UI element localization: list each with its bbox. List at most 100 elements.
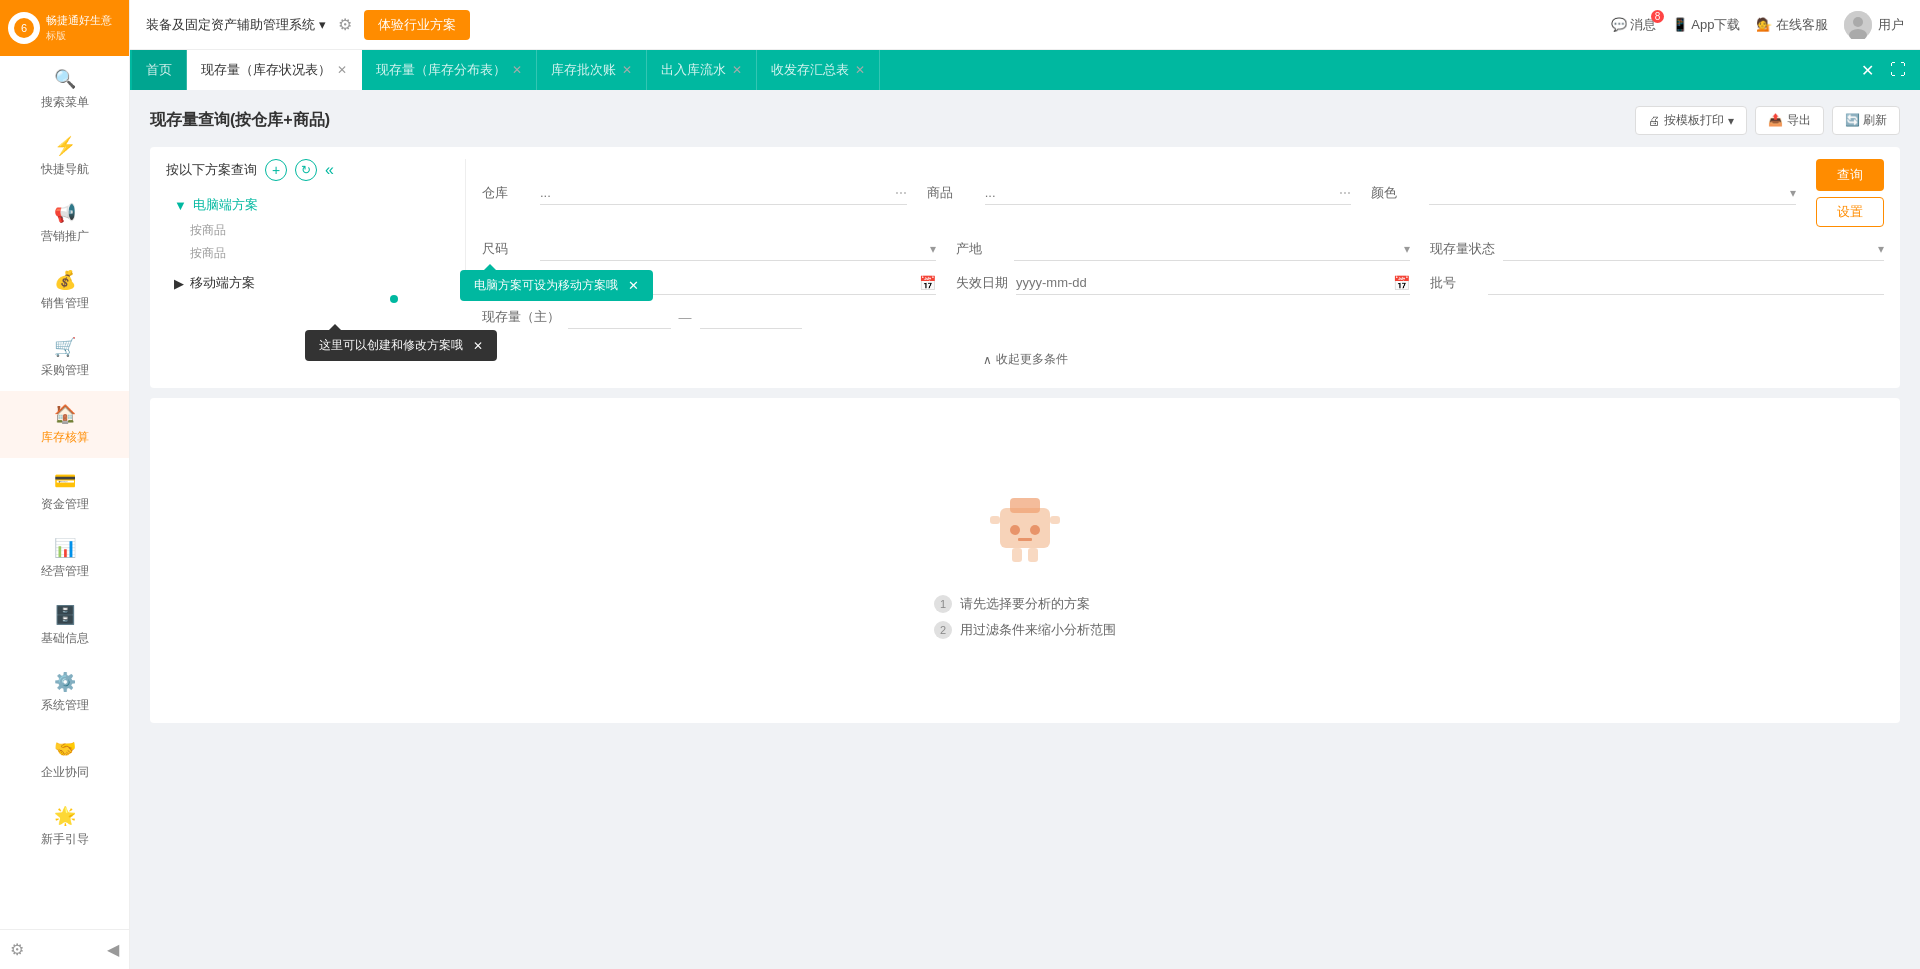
create-scheme-tooltip: 这里可以创建和修改方案哦 ✕ <box>305 330 497 361</box>
stock-main-max-input[interactable] <box>700 305 803 329</box>
scheme-sub-item-2[interactable]: 按商品 <box>190 242 445 265</box>
svg-rect-12 <box>1012 548 1022 562</box>
refresh-icon: 🔄 <box>1845 113 1860 127</box>
scheme-list: ▼ 电脑端方案 按商品 按商品 ▶ <box>166 191 453 297</box>
tab-inventory-dist-close[interactable]: ✕ <box>512 63 522 77</box>
tab-collection-summary-close[interactable]: ✕ <box>855 63 865 77</box>
user-area[interactable]: 用户 <box>1844 11 1904 39</box>
sidebar-item-quicknav[interactable]: ⚡ 快捷导航 <box>0 123 129 190</box>
stock-main-min-input[interactable] <box>568 305 671 329</box>
filter-settings-button[interactable]: 设置 <box>1816 197 1884 227</box>
search-button[interactable]: 查询 <box>1816 159 1884 191</box>
batch-no-input[interactable] <box>1488 271 1884 295</box>
quicknav-icon: ⚡ <box>54 135 76 157</box>
tab-inventory-status-label: 现存量（库存状况表） <box>201 61 331 79</box>
prod-date-calendar-icon[interactable]: 📅 <box>919 275 936 291</box>
refresh-button[interactable]: 🔄 刷新 <box>1832 106 1900 135</box>
print-label: 按模板打印 <box>1664 112 1724 129</box>
add-scheme-button[interactable]: + <box>265 159 287 181</box>
tab-bar-actions: ✕ ⛶ <box>1855 57 1920 84</box>
collapse-sidebar-icon[interactable]: ◀ <box>107 940 119 959</box>
expiry-date-calendar-icon[interactable]: 📅 <box>1393 275 1410 291</box>
system-settings-icon[interactable]: ⚙ <box>338 15 352 34</box>
tab-collection-summary[interactable]: 收发存汇总表 ✕ <box>757 50 880 90</box>
sidebar-item-sales[interactable]: 💰 销售管理 <box>0 257 129 324</box>
scheme-sub-item-2-text: 按商品 <box>190 245 226 262</box>
message-button[interactable]: 💬 8 消息 <box>1611 16 1657 34</box>
sidebar-item-enterprise[interactable]: 🤝 企业协同 <box>0 726 129 793</box>
sidebar-item-guide[interactable]: 🌟 新手引导 <box>0 793 129 860</box>
sales-icon: 💰 <box>54 269 76 291</box>
sidebar-item-marketing-label: 营销推广 <box>41 228 89 245</box>
size-input[interactable] <box>540 237 930 260</box>
sidebar-item-system[interactable]: ⚙️ 系统管理 <box>0 659 129 726</box>
back-scheme-button[interactable]: « <box>325 161 334 179</box>
support-icon: 💁 <box>1756 17 1772 32</box>
size-dropdown-arrow[interactable]: ▾ <box>930 242 936 256</box>
online-support-button[interactable]: 💁 在线客服 <box>1756 16 1828 34</box>
system-name-text: 装备及固定资产辅助管理系统 <box>146 16 315 34</box>
origin-dropdown-arrow[interactable]: ▾ <box>1404 242 1410 256</box>
warehouse-more-icon[interactable]: ⋯ <box>895 186 907 200</box>
filter-row-3: 生产日期 📅 失效日期 📅 <box>482 271 1884 295</box>
origin-input[interactable] <box>1014 237 1404 260</box>
print-button[interactable]: 🖨 按模板打印 ▾ <box>1635 106 1747 135</box>
phone-icon: 📱 <box>1672 17 1688 32</box>
step-1-num: 1 <box>934 595 952 613</box>
export-button[interactable]: 📤 导出 <box>1755 106 1823 135</box>
tab-inventory-dist[interactable]: 现存量（库存分布表） ✕ <box>362 50 537 90</box>
svg-rect-10 <box>990 516 1000 524</box>
sidebar-logo: 6 畅捷通好生意 标版 <box>0 0 129 56</box>
expiry-date-input[interactable] <box>1016 271 1393 294</box>
app-download-button[interactable]: 📱 App下载 <box>1672 16 1740 34</box>
stock-status-label: 现存量状态 <box>1430 240 1495 258</box>
trial-button[interactable]: 体验行业方案 <box>364 10 470 40</box>
tab-inventory-status[interactable]: 现存量（库存状况表） ✕ <box>187 50 362 90</box>
color-dropdown-arrow[interactable]: ▾ <box>1790 186 1796 200</box>
scheme-item-mobile[interactable]: ▶ 移动端方案 <box>174 269 445 297</box>
tab-batch-account-close[interactable]: ✕ <box>622 63 632 77</box>
sidebar-item-inventory[interactable]: 🏠 库存核算 <box>0 391 129 458</box>
warehouse-input[interactable] <box>540 181 895 204</box>
scheme-mobile-tooltip-text: 电脑方案可设为移动方案哦 <box>474 277 618 294</box>
sidebar-item-base[interactable]: 🗄️ 基础信息 <box>0 592 129 659</box>
system-selector[interactable]: 装备及固定资产辅助管理系统 ▾ <box>146 16 326 34</box>
stock-status-input[interactable] <box>1503 237 1878 260</box>
scheme-mobile-arrow: ▶ <box>174 276 184 291</box>
color-input[interactable] <box>1429 181 1790 204</box>
tab-inventory-status-close[interactable]: ✕ <box>337 63 347 77</box>
stock-status-dropdown-arrow[interactable]: ▾ <box>1878 242 1884 256</box>
settings-bottom-icon[interactable]: ⚙ <box>10 940 24 959</box>
purchase-icon: 🛒 <box>54 336 76 358</box>
scheme-panel: 按以下方案查询 + ↻ « ▼ 电脑端方案 按商品 <box>166 159 466 297</box>
tab-inout-flow[interactable]: 出入库流水 ✕ <box>647 50 757 90</box>
refresh-scheme-button[interactable]: ↻ <box>295 159 317 181</box>
scheme-item-desktop[interactable]: ▼ 电脑端方案 <box>174 191 445 219</box>
color-label: 颜色 <box>1371 184 1421 202</box>
sidebar-item-inventory-label: 库存核算 <box>41 429 89 446</box>
sidebar-item-finance-label: 资金管理 <box>41 496 89 513</box>
sidebar-item-marketing[interactable]: 📢 营销推广 <box>0 190 129 257</box>
page-actions: 🖨 按模板打印 ▾ 📤 导出 🔄 刷新 <box>1635 106 1900 135</box>
tab-home[interactable]: 首页 <box>132 50 187 90</box>
tab-close-all-button[interactable]: ✕ <box>1855 57 1880 84</box>
filter-row-4: 现存量（主） — <box>482 305 802 329</box>
tab-batch-account[interactable]: 库存批次账 ✕ <box>537 50 647 90</box>
svg-point-7 <box>1010 525 1020 535</box>
sidebar-item-purchase[interactable]: 🛒 采购管理 <box>0 324 129 391</box>
search-btn-group: 查询 设置 <box>1816 159 1884 227</box>
message-badge: 8 <box>1651 10 1665 23</box>
sidebar-item-operations[interactable]: 📊 经营管理 <box>0 525 129 592</box>
tab-fullscreen-button[interactable]: ⛶ <box>1884 57 1912 84</box>
header-right: 💬 8 消息 📱 App下载 💁 在线客服 <box>1611 11 1904 39</box>
goods-more-icon[interactable]: ⋯ <box>1339 186 1351 200</box>
goods-input[interactable] <box>985 181 1340 204</box>
filter-stock-status-item: 现存量状态 ▾ <box>1430 237 1884 261</box>
scheme-mobile-tooltip-close[interactable]: ✕ <box>628 278 639 293</box>
scheme-desktop-label: 电脑端方案 <box>193 196 258 214</box>
create-scheme-tooltip-close[interactable]: ✕ <box>473 339 483 353</box>
sidebar-item-search[interactable]: 🔍 搜索菜单 <box>0 56 129 123</box>
sidebar-item-finance[interactable]: 💳 资金管理 <box>0 458 129 525</box>
tab-inout-flow-close[interactable]: ✕ <box>732 63 742 77</box>
scheme-sub-item-1[interactable]: 按商品 <box>190 219 445 242</box>
